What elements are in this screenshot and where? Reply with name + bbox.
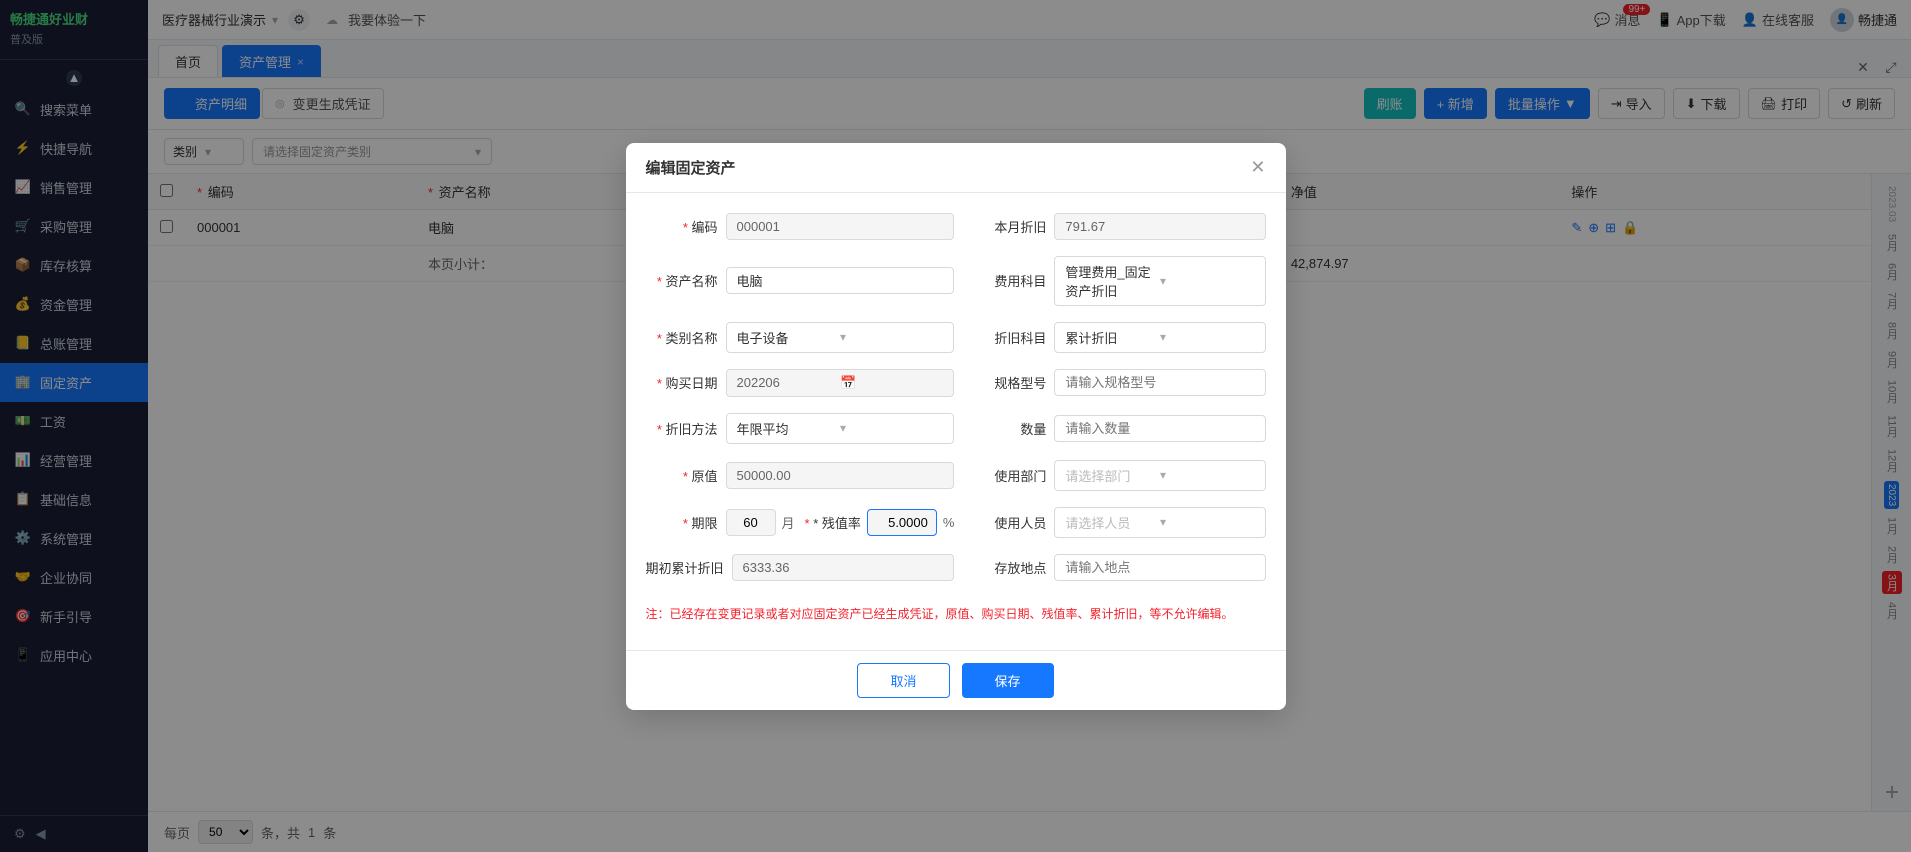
period-accumulated-input <box>732 554 955 581</box>
user-select[interactable]: 请选择人员 ▾ <box>1054 507 1265 538</box>
period-inline: 月 * 残值率 % <box>726 509 955 536</box>
department-placeholder: 请选择部门 <box>1065 466 1160 485</box>
modal-note: 注：已经存在变更记录或者对应固定资产已经生成凭证，原值、购买日期、残值率、累计折… <box>646 597 1266 630</box>
field-user: 使用人员 请选择人员 ▾ <box>974 507 1265 538</box>
expense-subject-select[interactable]: 管理费用_固定资产折旧 ▾ <box>1054 256 1265 306</box>
field-expense-subject: 费用科目 管理费用_固定资产折旧 ▾ <box>974 256 1265 306</box>
modal-header: 编辑固定资产 ✕ <box>626 143 1286 193</box>
original-value-input <box>726 462 955 489</box>
user-placeholder: 请选择人员 <box>1065 513 1160 532</box>
depreciation-subject-chevron-icon: ▾ <box>1160 330 1255 344</box>
percent-unit: % <box>943 515 955 530</box>
depreciation-subject-label: 折旧科目 <box>974 328 1046 347</box>
category-select[interactable]: 电子设备 ▾ <box>726 322 955 353</box>
department-chevron-icon: ▾ <box>1160 468 1255 482</box>
purchase-date-picker[interactable]: 202206 📅 <box>726 369 955 397</box>
edit-asset-modal: 编辑固定资产 ✕ 编码 本月折旧 资产名称 <box>626 143 1286 710</box>
field-period: 期限 月 * 残值率 % <box>646 507 955 538</box>
asset-name-input[interactable] <box>726 267 955 294</box>
depreciation-subject-select[interactable]: 累计折旧 ▾ <box>1054 322 1265 353</box>
residual-rate-input[interactable] <box>867 509 937 536</box>
category-label: 类别名称 <box>646 328 718 347</box>
modal-overlay: 编辑固定资产 ✕ 编码 本月折旧 资产名称 <box>0 0 1911 852</box>
depreciation-subject-value: 累计折旧 <box>1065 328 1160 347</box>
depreciation-method-label: 折旧方法 <box>646 419 718 438</box>
field-storage: 存放地点 <box>974 554 1265 581</box>
period-unit: 月 <box>782 513 795 532</box>
quantity-input[interactable] <box>1054 415 1265 442</box>
depreciation-method-select[interactable]: 年限平均 ▾ <box>726 413 955 444</box>
code-input[interactable] <box>726 213 955 240</box>
period-label: 期限 <box>646 513 718 532</box>
field-asset-name: 资产名称 <box>646 256 955 306</box>
depreciation-method-value: 年限平均 <box>737 419 840 438</box>
quantity-label: 数量 <box>974 419 1046 438</box>
field-depreciation-method: 折旧方法 年限平均 ▾ <box>646 413 955 444</box>
user-chevron-icon: ▾ <box>1160 515 1255 529</box>
calendar-icon: 📅 <box>840 375 943 391</box>
department-select[interactable]: 请选择部门 ▾ <box>1054 460 1265 491</box>
field-original-value: 原值 <box>646 460 955 491</box>
residual-rate-label: * 残值率 <box>805 513 861 532</box>
department-label: 使用部门 <box>974 466 1046 485</box>
save-button[interactable]: 保存 <box>962 663 1054 698</box>
field-depreciation-subject: 折旧科目 累计折旧 ▾ <box>974 322 1265 353</box>
period-input <box>726 509 776 536</box>
code-label: 编码 <box>646 217 718 236</box>
field-category: 类别名称 电子设备 ▾ <box>646 322 955 353</box>
category-chevron-icon: ▾ <box>840 330 943 344</box>
form-grid: 编码 本月折旧 资产名称 费用科目 管理费用_固定资产折旧 ▾ <box>646 213 1266 581</box>
cancel-button[interactable]: 取消 <box>857 663 949 698</box>
field-monthly-depreciation: 本月折旧 <box>974 213 1265 240</box>
field-quantity: 数量 <box>974 413 1265 444</box>
expense-subject-chevron-icon: ▾ <box>1160 274 1255 288</box>
modal-title: 编辑固定资产 <box>646 157 736 178</box>
field-spec-model: 规格型号 <box>974 369 1265 397</box>
expense-subject-label: 费用科目 <box>974 271 1046 290</box>
purchase-date-value: 202206 <box>737 375 840 390</box>
field-period-accumulated: 期初累计折旧 <box>646 554 955 581</box>
spec-model-label: 规格型号 <box>974 373 1046 392</box>
storage-input[interactable] <box>1054 554 1265 581</box>
modal-body: 编码 本月折旧 资产名称 费用科目 管理费用_固定资产折旧 ▾ <box>626 193 1286 650</box>
original-value-label: 原值 <box>646 466 718 485</box>
asset-name-label: 资产名称 <box>646 271 718 290</box>
modal-close-button[interactable]: ✕ <box>1250 158 1265 176</box>
monthly-depreciation-input <box>1054 213 1265 240</box>
depreciation-method-chevron-icon: ▾ <box>840 421 943 435</box>
purchase-date-label: 购买日期 <box>646 373 718 392</box>
category-value: 电子设备 <box>737 328 840 347</box>
storage-label: 存放地点 <box>974 558 1046 577</box>
field-code: 编码 <box>646 213 955 240</box>
expense-subject-value: 管理费用_固定资产折旧 <box>1065 262 1160 300</box>
user-label: 使用人员 <box>974 513 1046 532</box>
field-department: 使用部门 请选择部门 ▾ <box>974 460 1265 491</box>
period-accumulated-label: 期初累计折旧 <box>646 558 724 577</box>
monthly-depreciation-label: 本月折旧 <box>974 217 1046 236</box>
modal-footer: 取消 保存 <box>626 650 1286 710</box>
spec-model-input[interactable] <box>1054 369 1265 396</box>
field-purchase-date: 购买日期 202206 📅 <box>646 369 955 397</box>
